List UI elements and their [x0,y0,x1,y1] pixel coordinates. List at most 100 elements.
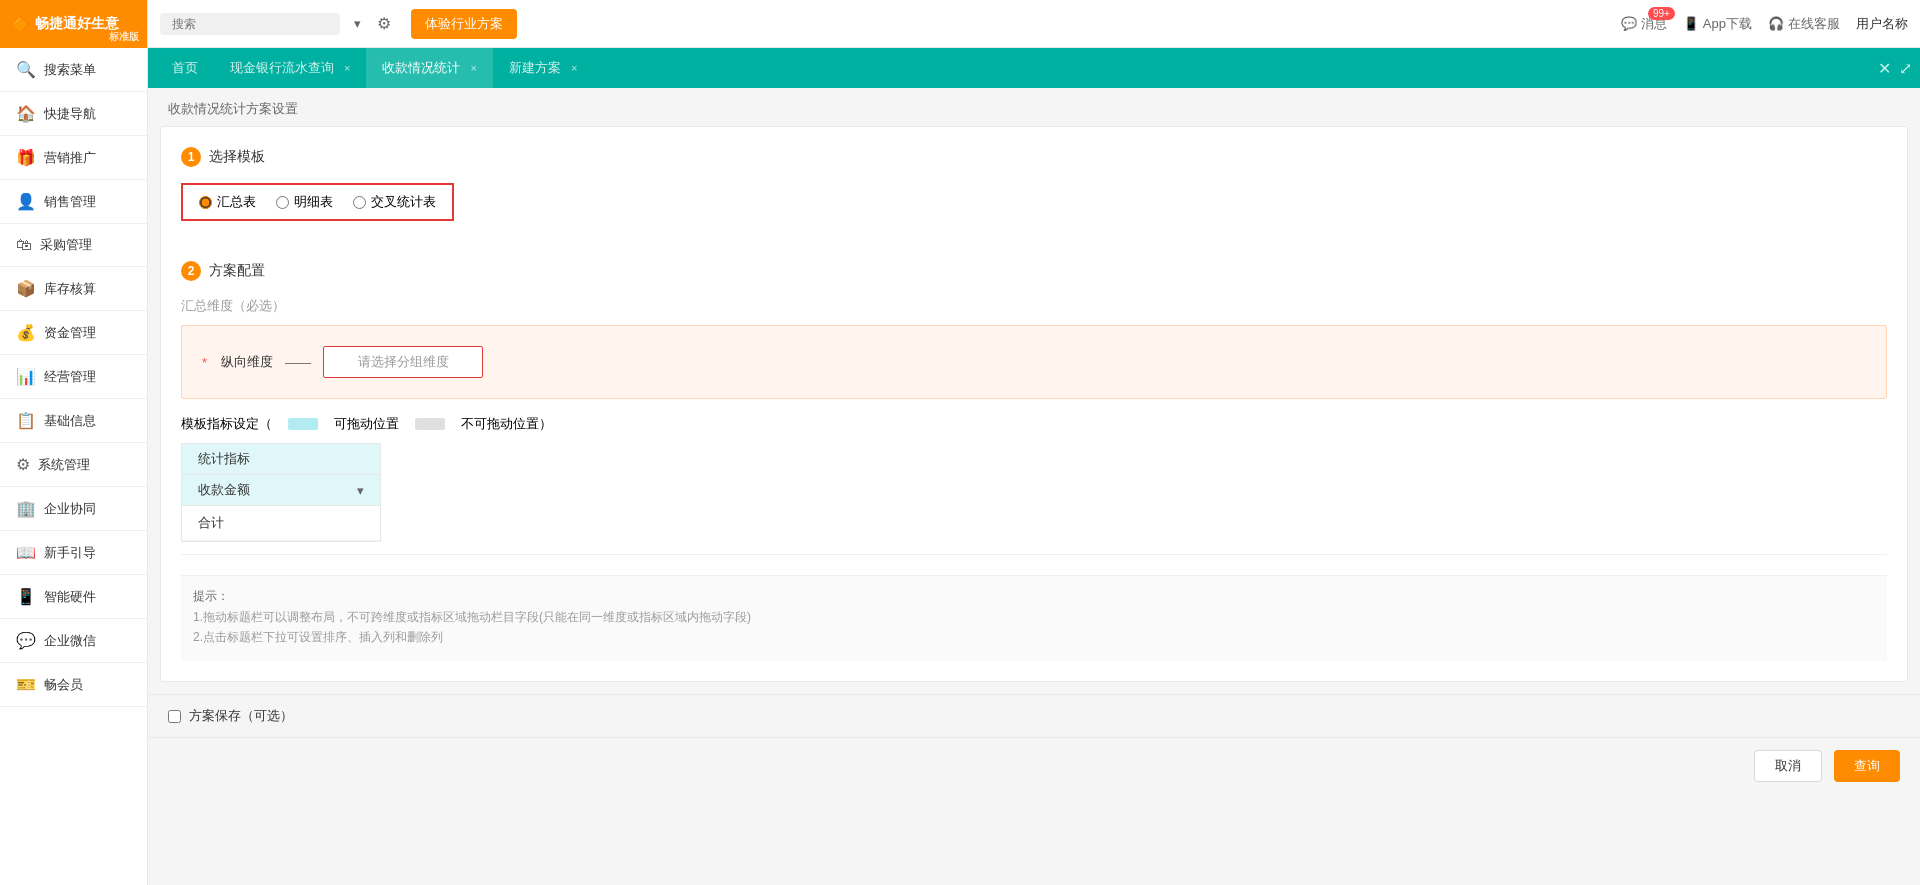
cashflow-tab-label: 现金银行流水查询 [230,59,334,77]
metrics-table-header: 统计指标 [182,444,380,475]
tab-cashflow[interactable]: 现金银行流水查询 × [214,48,366,88]
sidebar-item-enterprise[interactable]: 🏢 企业协同 [0,487,147,531]
subsection-label-text: 汇总维度（必选） [181,298,285,313]
sidebar-item-basic-info[interactable]: 📋 基础信息 [0,399,147,443]
metrics-label-text: 模板指标设定（ [181,415,272,433]
subsection-label: 汇总维度（必选） [181,297,1887,315]
username: 用户名称 [1856,15,1908,33]
page-body: 1 选择模板 汇总表 明细表 交叉统计表 [160,126,1908,682]
sidebar-item-label: 快捷导航 [44,105,96,123]
sidebar-item-label: 新手引导 [44,544,96,562]
nav-tabs: 首页 现金银行流水查询 × 收款情况统计 × 新建方案 × ✕ ⤢ [148,48,1920,88]
purchase-icon: 🛍 [16,236,32,254]
page-footer: 取消 查询 [148,737,1920,794]
download-btn[interactable]: 📱 App下载 [1683,15,1752,33]
inventory-icon: 📦 [16,279,36,298]
sidebar-item-purchase[interactable]: 🛍 采购管理 [0,224,147,267]
section2-title: 方案配置 [209,262,265,280]
collection-stats-tab-label: 收款情况统计 [382,59,460,77]
metrics-row-total-label: 合计 [198,515,224,530]
section1-number: 1 [181,147,201,167]
save-label: 方案保存（可选） [189,707,293,725]
metrics-section: 模板指标设定（ 可拖动位置 不可拖动位置） 统计指标 收款金额 ▾ [181,415,1887,542]
new-plan-tab-label: 新建方案 [509,59,561,77]
dim-arrow: —— [285,355,311,370]
sidebar-item-label: 智能硬件 [44,588,96,606]
finance-icon: 💰 [16,323,36,342]
sidebar-item-label: 资金管理 [44,324,96,342]
save-section: 方案保存（可选） [148,694,1920,737]
sidebar-item-operations[interactable]: 📊 经营管理 [0,355,147,399]
metrics-header-label: 统计指标 [198,450,250,468]
template-selection-box: 汇总表 明细表 交叉统计表 [181,183,454,221]
radio-detail[interactable]: 明细表 [276,193,333,211]
sidebar-item-hardware[interactable]: 📱 智能硬件 [0,575,147,619]
cashflow-tab-close[interactable]: × [344,62,350,74]
radio-detail-label: 明细表 [294,193,333,211]
sidebar-item-wechat[interactable]: 💬 企业微信 [0,619,147,663]
dimension-row: * 纵向维度 —— 请选择分组维度 [202,346,1866,378]
maximize-icon[interactable]: ⤢ [1899,59,1912,78]
search-input[interactable] [160,13,340,35]
non-draggable-hint-color [415,418,445,430]
save-checkbox[interactable] [168,710,181,723]
tips-section: 提示： 1.拖动标题栏可以调整布局，不可跨维度或指标区域拖动栏目字段(只能在同一… [181,575,1887,661]
sidebar-item-search-menu[interactable]: 🔍 搜索菜单 [0,48,147,92]
download-icon: 📱 [1683,16,1699,31]
section2-header: 2 方案配置 [181,261,1887,281]
close-window-icon[interactable]: ✕ [1878,59,1891,78]
sidebar-item-finance[interactable]: 💰 资金管理 [0,311,147,355]
sidebar-item-system[interactable]: ⚙ 系统管理 [0,443,147,487]
guide-icon: 📖 [16,543,36,562]
tab-home[interactable]: 首页 [156,48,214,88]
sidebar-item-label: 库存核算 [44,280,96,298]
sidebar-item-member[interactable]: 🎫 畅会员 [0,663,147,707]
breadcrumb-text: 收款情况统计方案设置 [168,101,298,116]
radio-summary[interactable]: 汇总表 [199,193,256,211]
industry-btn[interactable]: 体验行业方案 [411,9,517,39]
dropdown-icon[interactable]: ▾ [354,16,361,31]
message-icon: 💬 [1621,16,1637,31]
metrics-col-header[interactable]: 收款金额 ▾ [182,475,380,506]
sidebar: 🔶 畅捷通好生意 标准版 🔍 搜索菜单 🏠 快捷导航 🎁 营销推广 👤 销售管理… [0,0,148,885]
new-plan-tab-close[interactable]: × [571,62,577,74]
message-btn[interactable]: 💬 消息 99+ [1621,15,1667,33]
radio-cross-input[interactable] [353,196,366,209]
page-breadcrumb: 收款情况统计方案设置 [148,88,1920,126]
download-label: App下载 [1703,15,1752,33]
sales-icon: 👤 [16,192,36,211]
metrics-hint-row: 模板指标设定（ 可拖动位置 不可拖动位置） [181,415,1887,433]
service-btn[interactable]: 🎧 在线客服 [1768,15,1840,33]
topbar-right: 💬 消息 99+ 📱 App下载 🎧 在线客服 用户名称 [1621,15,1908,33]
query-button[interactable]: 查询 [1834,750,1900,782]
radio-cross[interactable]: 交叉统计表 [353,193,436,211]
hardware-icon: 📱 [16,587,36,606]
wechat-icon: 💬 [16,631,36,650]
sidebar-item-guide[interactable]: 📖 新手引导 [0,531,147,575]
member-icon: 🎫 [16,675,36,694]
sidebar-item-quick-nav[interactable]: 🏠 快捷导航 [0,92,147,136]
radio-summary-input[interactable] [199,196,212,209]
radio-detail-input[interactable] [276,196,289,209]
gear-icon[interactable]: ⚙ [377,14,391,33]
sidebar-item-label: 搜索菜单 [44,61,96,79]
cancel-button[interactable]: 取消 [1754,750,1822,782]
sidebar-item-label: 畅会员 [44,676,83,694]
sidebar-item-label: 基础信息 [44,412,96,430]
sidebar-item-marketing[interactable]: 🎁 营销推广 [0,136,147,180]
metrics-col-label: 收款金额 [198,481,250,499]
dim-select-box[interactable]: 请选择分组维度 [323,346,483,378]
metrics-col-dropdown-icon[interactable]: ▾ [357,483,364,498]
sidebar-item-sales[interactable]: 👤 销售管理 [0,180,147,224]
sidebar-item-inventory[interactable]: 📦 库存核算 [0,267,147,311]
tab-collection-stats[interactable]: 收款情况统计 × [366,48,492,88]
app-name: 畅捷通好生意 [35,15,119,33]
tips-title: 提示： [193,588,1875,605]
operations-icon: 📊 [16,367,36,386]
message-badge: 99+ [1648,7,1675,20]
hint-draggable-label: 可拖动位置 [334,415,399,433]
search-menu-icon: 🔍 [16,60,36,79]
sidebar-item-label: 企业协同 [44,500,96,518]
collection-stats-tab-close[interactable]: × [470,62,476,74]
tab-new-plan[interactable]: 新建方案 × [493,48,593,88]
